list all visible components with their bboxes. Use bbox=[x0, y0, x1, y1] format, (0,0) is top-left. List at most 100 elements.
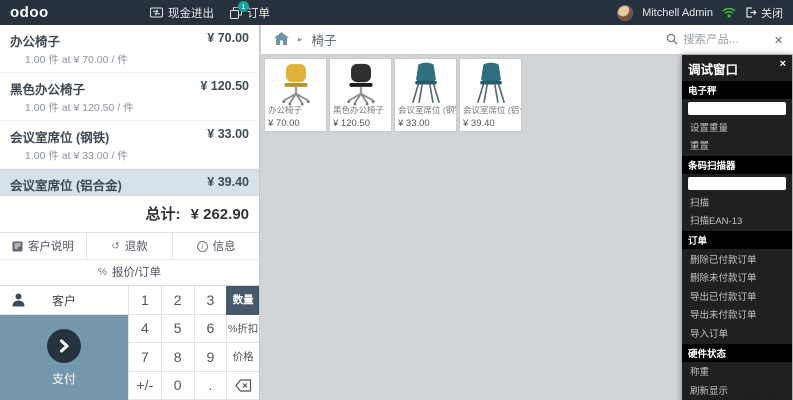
close-session-button[interactable]: 关闭 bbox=[745, 5, 783, 21]
debug-button[interactable]: 称重 bbox=[682, 362, 792, 381]
order-line-name: 办公椅子 bbox=[10, 35, 61, 49]
customer-button[interactable]: 客户 bbox=[0, 286, 128, 315]
debug-button[interactable]: 导入订单 bbox=[682, 323, 792, 342]
total-value: ¥ 262.90 bbox=[190, 206, 249, 223]
info-icon: i bbox=[196, 240, 208, 252]
side-chair-icon bbox=[395, 59, 456, 106]
product-card[interactable]: 会议室席位 (铝合金) ¥ 39.40 bbox=[459, 58, 522, 132]
numpad: 1 2 3 数量 4 5 6 %折扣 7 8 9 价格 +/- 0. bbox=[128, 286, 259, 400]
product-price: ¥ 70.00 bbox=[268, 118, 300, 129]
order-line-price: ¥ 120.50 bbox=[200, 79, 249, 93]
orders-label: 订单 bbox=[247, 7, 270, 20]
note-icon bbox=[12, 241, 23, 252]
debug-button[interactable]: 删除已付款订单 bbox=[682, 249, 792, 268]
order-line[interactable]: 黑色办公椅子 ¥ 120.50 1.00 件 at ¥ 120.50 / 件 bbox=[0, 73, 259, 121]
actionpad-numpad: 客户 支付 1 2 3 数量 4 5 6 %折扣 7 8 9 价格 +/- 0. bbox=[0, 285, 259, 400]
product-name: 会议室席位 (铝合金) bbox=[463, 106, 521, 115]
numpad-key-4[interactable]: 4 bbox=[128, 314, 161, 343]
debug-window-title: 调试窗口 bbox=[688, 63, 739, 77]
product-card[interactable]: 办公椅子 ¥ 70.00 bbox=[264, 58, 327, 132]
order-line[interactable]: 办公椅子 ¥ 70.00 1.00 件 at ¥ 70.00 / 件 bbox=[0, 25, 259, 73]
quotation-order-button[interactable]: % 报价/订单 bbox=[0, 259, 259, 285]
cash-in-out-label: 现金进出 bbox=[168, 7, 214, 20]
info-label: 信息 bbox=[212, 241, 236, 253]
customer-note-button[interactable]: 客户说明 bbox=[0, 233, 87, 259]
debug-button[interactable]: 扫描EAN-13 bbox=[682, 211, 792, 230]
orders-button[interactable]: 1 订单 bbox=[230, 0, 270, 25]
order-line[interactable]: 会议室席位 (钢铁) ¥ 33.00 1.00 件 at ¥ 33.00 / 件 bbox=[0, 121, 259, 169]
numpad-key-7[interactable]: 7 bbox=[128, 343, 161, 372]
order-total: 总计: ¥ 262.90 bbox=[0, 195, 259, 232]
order-line-price: ¥ 39.40 bbox=[207, 175, 249, 189]
product-price: ¥ 39.40 bbox=[463, 118, 495, 129]
breadcrumb: ▸ 椅子 ✕ bbox=[261, 25, 793, 55]
debug-button[interactable]: 导出未付款订单 bbox=[682, 305, 792, 324]
order-line-detail: 1.00 件 at ¥ 33.00 / 件 bbox=[25, 150, 128, 162]
close-icon[interactable]: × bbox=[780, 59, 786, 70]
debug-category: 条码扫描器 bbox=[682, 156, 792, 174]
numpad-key-3[interactable]: 3 bbox=[193, 286, 227, 315]
product-card[interactable]: 会议室席位 (钢铁) ¥ 33.00 bbox=[394, 58, 457, 132]
home-icon[interactable] bbox=[274, 31, 289, 48]
numpad-key-5[interactable]: 5 bbox=[160, 314, 194, 343]
order-line[interactable]: 会议室席位 (铝合金) ¥ 39.40 1.00 件 at ¥ 39.40 / … bbox=[0, 169, 259, 195]
numpad-mode-price[interactable]: 价格 bbox=[226, 343, 259, 372]
top-bar: odoo 现金进出 1 订单 Mitchell Admin 关闭 bbox=[0, 0, 793, 25]
numpad-key-8[interactable]: 8 bbox=[160, 343, 194, 372]
clear-search-icon[interactable]: ✕ bbox=[774, 34, 783, 47]
debug-window: 调试窗口 × 电子秤 设置重量 重置 条码扫描器 扫描 扫描EAN-13 订单 删除已付款订单… bbox=[682, 55, 792, 400]
cash-in-out-icon bbox=[150, 7, 163, 18]
product-price: ¥ 33.00 bbox=[398, 118, 430, 129]
numpad-key-2[interactable]: 2 bbox=[160, 286, 194, 315]
order-line-detail: 1.00 件 at ¥ 70.00 / 件 bbox=[25, 54, 128, 66]
order-line-name: 黑色办公椅子 bbox=[10, 83, 86, 97]
debug-input[interactable] bbox=[688, 177, 786, 190]
numpad-mode-quantity[interactable]: 数量 bbox=[226, 286, 259, 315]
debug-button[interactable]: 设置重量 bbox=[682, 117, 792, 136]
pay-button[interactable]: 支付 bbox=[0, 315, 128, 400]
numpad-key-dot[interactable]: . bbox=[193, 371, 227, 400]
numpad-key-9[interactable]: 9 bbox=[193, 343, 227, 372]
search-input[interactable] bbox=[683, 34, 769, 46]
info-button[interactable]: i 信息 bbox=[173, 233, 260, 259]
search-icon bbox=[666, 33, 678, 48]
side-chair-icon bbox=[460, 59, 521, 106]
sign-out-icon bbox=[745, 7, 757, 18]
orders-count-badge: 1 bbox=[238, 0, 249, 12]
numpad-key-1[interactable]: 1 bbox=[128, 286, 161, 315]
customer-note-label: 客户说明 bbox=[27, 241, 74, 253]
numpad-key-0[interactable]: 0 bbox=[160, 371, 194, 400]
numpad-key-6[interactable]: 6 bbox=[193, 314, 227, 343]
user-name[interactable]: Mitchell Admin bbox=[642, 7, 713, 19]
refund-button[interactable]: ↺ 退款 bbox=[86, 233, 174, 259]
product-name: 办公椅子 bbox=[268, 106, 303, 115]
product-card[interactable]: 黑色办公椅子 ¥ 120.50 bbox=[329, 58, 392, 132]
topbar-center: 现金进出 1 订单 bbox=[150, 0, 270, 25]
total-label: 总计: bbox=[145, 206, 181, 223]
debug-button[interactable]: 刷新显示 bbox=[682, 380, 792, 399]
refund-label: 退款 bbox=[124, 241, 148, 253]
debug-button[interactable]: 扫描 bbox=[682, 192, 792, 211]
order-line-price: ¥ 70.00 bbox=[207, 31, 249, 45]
order-line-price: ¥ 33.00 bbox=[207, 127, 249, 141]
cash-in-out-button[interactable]: 现金进出 bbox=[150, 0, 214, 25]
numpad-mode-discount[interactable]: %折扣 bbox=[226, 314, 259, 343]
breadcrumb-category[interactable]: 椅子 bbox=[312, 30, 337, 49]
odoo-logo: odoo bbox=[10, 4, 49, 21]
debug-button[interactable]: 导出已付款订单 bbox=[682, 286, 792, 305]
order-line-detail: 1.00 件 at ¥ 120.50 / 件 bbox=[25, 102, 134, 114]
control-buttons: 客户说明 ↺ 退款 i 信息 % 报价/订单 bbox=[0, 232, 260, 285]
debug-button[interactable]: 重置 bbox=[682, 136, 792, 155]
numpad-key-plusminus[interactable]: +/- bbox=[128, 371, 161, 400]
order-line-name: 会议室席位 (钢铁) bbox=[10, 131, 110, 145]
debug-category: 电子秤 bbox=[682, 81, 792, 99]
close-session-label: 关闭 bbox=[761, 7, 783, 20]
office-chair-icon bbox=[265, 59, 326, 106]
customer-label: 客户 bbox=[51, 293, 76, 308]
debug-button[interactable]: 删除未付款订单 bbox=[682, 268, 792, 287]
wifi-status-icon bbox=[722, 7, 736, 18]
numpad-key-backspace[interactable] bbox=[226, 371, 259, 400]
topbar-right: Mitchell Admin 关闭 bbox=[617, 4, 793, 21]
debug-input[interactable] bbox=[688, 102, 786, 115]
user-avatar[interactable] bbox=[617, 4, 634, 21]
